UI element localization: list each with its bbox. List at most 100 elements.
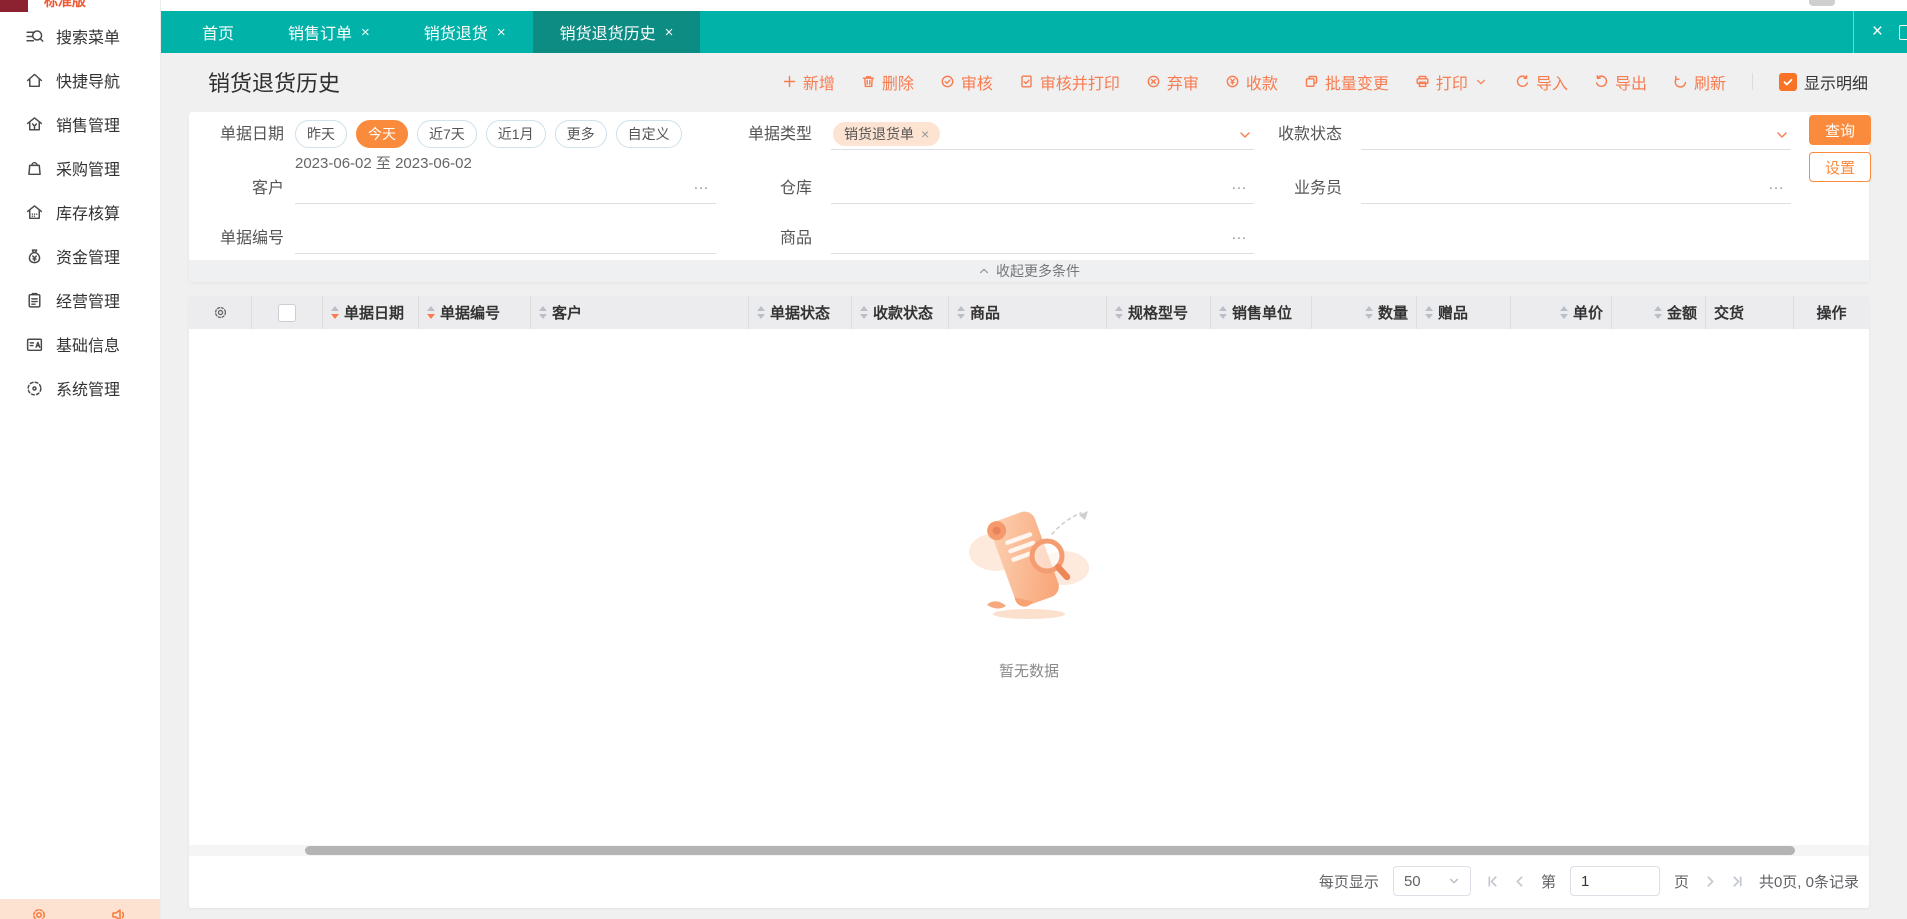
system-icon: [25, 379, 44, 398]
toolbar-export-button[interactable]: 导出: [1594, 70, 1647, 94]
date-pill-3[interactable]: 近1月: [485, 120, 546, 148]
select-all-checkbox[interactable]: [278, 303, 296, 322]
date-pill-2[interactable]: 近7天: [417, 120, 477, 148]
tab-3[interactable]: 销货退货历史 ×: [532, 11, 701, 53]
chevron-down-icon: [1448, 875, 1460, 887]
warehouse-field[interactable]: …: [831, 174, 1254, 204]
chevron-up-icon: [978, 265, 990, 277]
column-header-11[interactable]: 金额: [1612, 296, 1706, 329]
tag-remove-icon[interactable]: ×: [921, 126, 929, 142]
toolbar-plus-button[interactable]: 新增: [782, 70, 835, 94]
column-header-1[interactable]: 单据编号: [419, 296, 531, 329]
last-page-icon[interactable]: [1730, 874, 1745, 889]
show-detail-checkbox[interactable]: 显示明细: [1778, 70, 1868, 94]
sidebar-item-home[interactable]: 快捷导航: [0, 58, 160, 102]
sidebar-item-search-menu[interactable]: 搜索菜单: [0, 14, 160, 58]
next-page-icon[interactable]: [1703, 874, 1718, 889]
per-page-select[interactable]: 50: [1392, 866, 1471, 896]
sidebar-item-base-info[interactable]: 基础信息: [0, 322, 160, 366]
sidebar-item-system[interactable]: 系统管理: [0, 366, 160, 410]
sidebar-item-label: 经营管理: [56, 294, 121, 311]
collapse-filters-button[interactable]: 收起更多条件: [189, 260, 1869, 282]
tab-close-icon[interactable]: ×: [361, 25, 370, 40]
toolbar-batch-button[interactable]: 批量变更: [1304, 70, 1389, 94]
toolbar-print-button[interactable]: 打印: [1415, 70, 1489, 94]
sidebar-item-inventory[interactable]: 库存核算: [0, 190, 160, 234]
sidebar-item-sales[interactable]: 销售管理: [0, 102, 160, 146]
date-pill-4[interactable]: 更多: [554, 120, 607, 148]
date-pill-0[interactable]: 昨天: [295, 120, 347, 148]
column-header-12[interactable]: 交货: [1706, 296, 1794, 329]
salesman-field[interactable]: …: [1361, 174, 1791, 204]
sidebar-item-purchase[interactable]: 采购管理: [0, 146, 160, 190]
column-header-4[interactable]: 收款状态: [852, 296, 949, 329]
column-header-13[interactable]: 操作: [1794, 296, 1869, 329]
audit-icon: [940, 74, 955, 89]
toolbar-trash-button[interactable]: 删除: [861, 70, 914, 94]
customer-field[interactable]: …: [295, 174, 716, 204]
column-header-2[interactable]: 客户: [531, 296, 749, 329]
column-header-0[interactable]: 单据日期: [323, 296, 419, 329]
maximize-icon[interactable]: [1899, 24, 1907, 40]
prev-page-icon[interactable]: [1512, 874, 1527, 889]
column-header-label: 操作: [1816, 305, 1847, 322]
edition-badge-label: 标准版: [44, 0, 86, 9]
more-dots-icon[interactable]: …: [1768, 176, 1785, 194]
tab-2[interactable]: 销货退货 ×: [397, 11, 533, 53]
toolbar-refresh-button[interactable]: 刷新: [1673, 70, 1726, 94]
payment-status-field[interactable]: [1361, 120, 1791, 150]
refresh-icon: [1673, 74, 1688, 89]
tab-close-icon[interactable]: ×: [497, 25, 506, 40]
settings-gear-icon[interactable]: [30, 906, 48, 919]
tab-0[interactable]: 首页: [175, 11, 261, 53]
more-dots-icon[interactable]: …: [1231, 176, 1248, 194]
column-header-3[interactable]: 单据状态: [749, 296, 852, 329]
tab-close-icon[interactable]: ×: [665, 25, 674, 40]
toolbar-collect-button[interactable]: 收款: [1225, 70, 1278, 94]
settings-button[interactable]: 设置: [1809, 152, 1871, 182]
sidebar-item-funds[interactable]: 资金管理: [0, 234, 160, 278]
date-pill-1[interactable]: 今天: [356, 120, 408, 148]
doc-no-field[interactable]: [295, 224, 716, 254]
more-dots-icon[interactable]: …: [1231, 226, 1248, 244]
query-button[interactable]: 查询: [1809, 115, 1871, 145]
empty-illustration: [969, 510, 1089, 619]
close-all-tabs-icon[interactable]: ×: [1872, 21, 1883, 43]
toolbar-audit-button[interactable]: 审核: [940, 70, 993, 94]
announcement-sound-icon[interactable]: [110, 906, 128, 919]
doc-type-tag[interactable]: 销货退货单 ×: [833, 122, 941, 146]
unaudit-icon: [1146, 74, 1161, 89]
top-scrollbar-thumb: [1809, 0, 1835, 6]
sidebar-item-label: 资金管理: [56, 250, 121, 267]
column-header-10[interactable]: 单价: [1511, 296, 1612, 329]
column-settings-gear-icon[interactable]: [189, 296, 252, 329]
horizontal-scrollbar-track: [189, 845, 1869, 856]
table-empty-state: 暂无数据: [189, 329, 1869, 845]
column-header-5[interactable]: 商品: [949, 296, 1107, 329]
toolbar-audit-print-button[interactable]: 审核并打印: [1019, 70, 1120, 94]
sidebar-item-label: 销售管理: [56, 118, 121, 135]
date-range-value[interactable]: 2023-06-02 至 2023-06-02: [295, 152, 472, 173]
checkbox-checked-icon: [1778, 72, 1797, 91]
column-header-9[interactable]: 赠品: [1417, 296, 1511, 329]
column-header-6[interactable]: 规格型号: [1107, 296, 1211, 329]
product-field[interactable]: …: [831, 224, 1254, 254]
date-pill-5[interactable]: 自定义: [615, 120, 682, 148]
column-header-8[interactable]: 数量: [1312, 296, 1417, 329]
column-header-label: 规格型号: [1128, 305, 1189, 322]
more-dots-icon[interactable]: …: [693, 176, 710, 194]
horizontal-scrollbar-thumb[interactable]: [305, 846, 1795, 855]
sidebar-item-business[interactable]: 经营管理: [0, 278, 160, 322]
tab-label: 销售订单: [288, 26, 353, 43]
chevron-down-icon[interactable]: [1775, 128, 1789, 142]
first-page-icon[interactable]: [1485, 874, 1500, 889]
tab-1[interactable]: 销售订单 ×: [261, 11, 397, 53]
page-number-input[interactable]: [1569, 866, 1660, 896]
toolbar-import-button[interactable]: 导入: [1515, 70, 1568, 94]
toolbar-unaudit-button[interactable]: 弃审: [1146, 70, 1199, 94]
sort-arrows-icon: [1653, 306, 1662, 319]
column-header-7[interactable]: 销售单位: [1211, 296, 1312, 329]
plus-icon: [782, 74, 797, 89]
doc-type-field[interactable]: 销货退货单 ×: [831, 120, 1254, 150]
top-strip: [161, 0, 1907, 11]
